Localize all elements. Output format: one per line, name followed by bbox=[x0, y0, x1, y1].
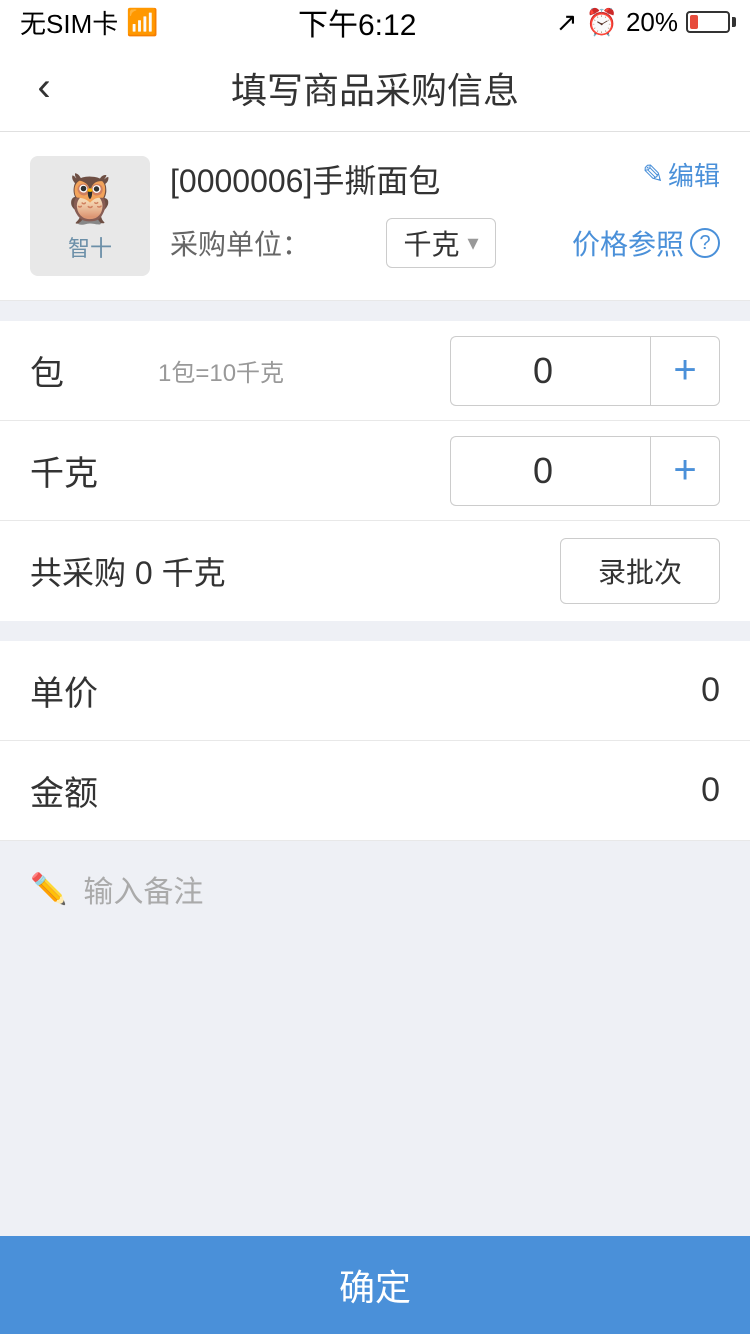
unit-label: 采购单位： bbox=[170, 223, 310, 263]
battery-percent: 20% bbox=[626, 7, 678, 38]
kg-input[interactable] bbox=[450, 436, 650, 506]
input-section: 包 1包=10千克 + 千克 + 共采购 0 千克 录批次 bbox=[0, 321, 750, 621]
confirm-button[interactable]: 确定 bbox=[0, 1236, 750, 1334]
bag-input[interactable] bbox=[450, 336, 650, 406]
unit-select-dropdown[interactable]: 千克 ▾ bbox=[386, 218, 495, 268]
product-info: [0000006]手撕面包 ✎ 编辑 采购单位： 千克 ▾ 价格参照 ? bbox=[170, 156, 720, 268]
product-thumb-icon: 🦉 bbox=[60, 170, 120, 227]
unit-price-value: 0 bbox=[701, 671, 720, 710]
remark-section[interactable]: ✏️ 输入备注 bbox=[0, 841, 750, 937]
battery-icon bbox=[686, 11, 730, 33]
edit-label: 编辑 bbox=[668, 156, 720, 193]
bag-number-box: + bbox=[450, 336, 720, 406]
page-title: 填写商品采购信息 bbox=[231, 62, 519, 114]
amount-value: 0 bbox=[701, 771, 720, 810]
confirm-label: 确定 bbox=[339, 1259, 411, 1311]
edit-icon: ✎ bbox=[642, 159, 664, 190]
amount-row: 金额 0 bbox=[0, 741, 750, 841]
chevron-down-icon: ▾ bbox=[467, 230, 478, 256]
total-text: 共采购 0 千克 bbox=[30, 548, 226, 594]
unit-select-value: 千克 bbox=[403, 223, 459, 263]
location-icon: ↗ bbox=[556, 7, 578, 38]
battery-fill bbox=[690, 15, 698, 29]
price-ref-label: 价格参照 bbox=[572, 223, 684, 263]
amount-label: 金额 bbox=[30, 766, 98, 815]
status-left: 无SIM卡 📶 bbox=[20, 4, 159, 41]
back-button[interactable]: ‹ bbox=[0, 44, 88, 132]
alarm-icon: ⏰ bbox=[586, 7, 618, 38]
total-row: 共采购 0 千克 录批次 bbox=[0, 521, 750, 621]
kg-input-row: 千克 + bbox=[0, 421, 750, 521]
wifi-icon: 📶 bbox=[126, 7, 158, 38]
remark-placeholder: 输入备注 bbox=[83, 867, 203, 911]
price-reference-button[interactable]: 价格参照 ? bbox=[572, 223, 720, 263]
product-name: [0000006]手撕面包 bbox=[170, 156, 440, 202]
price-section: 单价 0 金额 0 bbox=[0, 641, 750, 841]
pencil-icon: ✏️ bbox=[30, 872, 67, 907]
unit-row: 采购单位： 千克 ▾ 价格参照 ? bbox=[170, 218, 720, 268]
kg-label: 千克 bbox=[30, 446, 150, 495]
batch-button[interactable]: 录批次 bbox=[560, 538, 720, 604]
carrier-label: 无SIM卡 bbox=[20, 4, 118, 41]
bag-input-row: 包 1包=10千克 + bbox=[0, 321, 750, 421]
nav-bar: ‹ 填写商品采购信息 bbox=[0, 44, 750, 132]
unit-price-label: 单价 bbox=[30, 666, 98, 715]
bag-sublabel: 1包=10千克 bbox=[158, 353, 450, 388]
info-icon: ? bbox=[690, 228, 720, 258]
section-divider-1 bbox=[0, 301, 750, 321]
bag-plus-button[interactable]: + bbox=[650, 336, 720, 406]
bottom-area bbox=[0, 937, 750, 1237]
product-name-row: [0000006]手撕面包 ✎ 编辑 bbox=[170, 156, 720, 202]
kg-number-box: + bbox=[450, 436, 720, 506]
section-divider-2 bbox=[0, 621, 750, 641]
product-card: 🦉 智十 [0000006]手撕面包 ✎ 编辑 采购单位： 千克 ▾ 价格参照 … bbox=[0, 132, 750, 301]
status-right: ↗ ⏰ 20% bbox=[556, 7, 730, 38]
bag-label: 包 bbox=[30, 346, 150, 395]
status-time: 下午6:12 bbox=[298, 0, 416, 44]
unit-price-row: 单价 0 bbox=[0, 641, 750, 741]
kg-plus-button[interactable]: + bbox=[650, 436, 720, 506]
status-bar: 无SIM卡 📶 下午6:12 ↗ ⏰ 20% bbox=[0, 0, 750, 44]
edit-button[interactable]: ✎ 编辑 bbox=[642, 156, 720, 193]
product-thumb-text: 智十 bbox=[68, 231, 112, 263]
product-thumbnail: 🦉 智十 bbox=[30, 156, 150, 276]
